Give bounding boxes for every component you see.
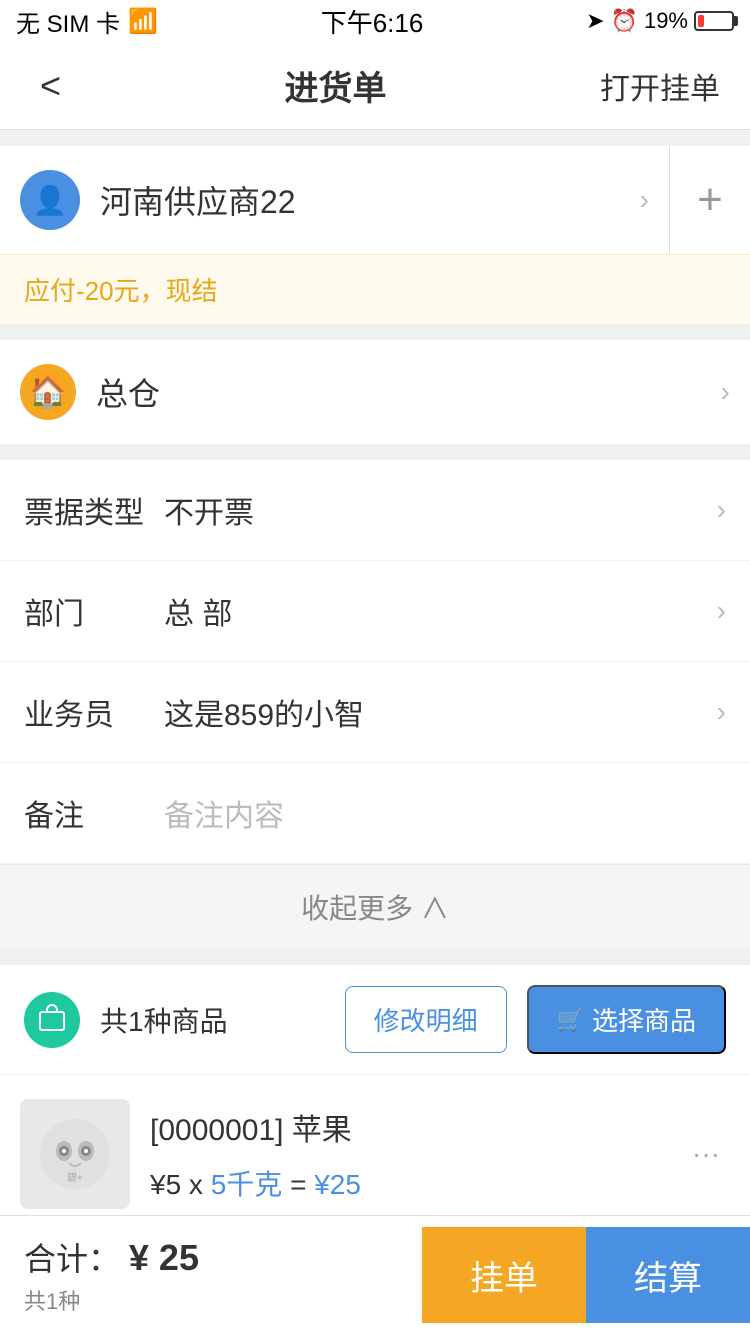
supplier-section: 👤 河南供应商22 › + (0, 146, 750, 254)
footer-total-amount: ¥ 25 (129, 1237, 199, 1278)
department-value: 总 部 (164, 589, 717, 633)
add-supplier-button[interactable]: + (670, 146, 750, 254)
footer-total-area: 合计： ¥ 25 共1种 (0, 1216, 422, 1334)
product-info: [0000001] 苹果 ¥5 x 5千克 = ¥25 (150, 1105, 662, 1203)
product-code: [0000001] (150, 1114, 292, 1147)
product-list: 碧+ [0000001] 苹果 ¥5 x 5千克 = ¥25 ··· (0, 1074, 750, 1233)
back-button[interactable]: < (30, 55, 71, 117)
form-row-department[interactable]: 部门 总 部 › (0, 561, 750, 662)
footer-total-row: 合计： ¥ 25 (24, 1234, 398, 1280)
section-gap-4 (0, 949, 750, 965)
form-row-remark[interactable]: 备注 备注内容 (0, 763, 750, 864)
alarm-icon: ⏰ (611, 8, 638, 34)
warehouse-icon: 🏠 (20, 364, 76, 420)
battery-percent: 19% (644, 8, 688, 34)
status-indicators: ➤ ⏰ 19% (586, 8, 734, 34)
status-bar: 无 SIM 卡 📶 下午6:16 ➤ ⏰ 19% (0, 0, 750, 42)
product-more-button[interactable]: ··· (682, 1128, 730, 1180)
product-item: 碧+ [0000001] 苹果 ¥5 x 5千克 = ¥25 ··· (0, 1074, 750, 1233)
section-gap-2 (0, 324, 750, 340)
supplier-avatar: 👤 (20, 170, 80, 230)
avatar-icon: 👤 (33, 184, 68, 217)
location-icon: ➤ (586, 8, 604, 34)
salesperson-label: 业务员 (24, 690, 164, 734)
footer-total-label: 合计： (24, 1241, 120, 1277)
warning-text: 应付-20元，现结 (24, 276, 218, 306)
department-label: 部门 (24, 589, 164, 633)
section-gap-1 (0, 130, 750, 146)
remark-label: 备注 (24, 791, 164, 835)
ticket-type-chevron: › (717, 494, 726, 526)
warehouse-chevron-icon: › (721, 376, 730, 408)
ticket-type-value: 不开票 (164, 488, 717, 532)
status-carrier: 无 SIM 卡 📶 (16, 4, 158, 39)
salesperson-chevron: › (717, 696, 726, 728)
form-row-ticket-type[interactable]: 票据类型 不开票 › (0, 460, 750, 561)
department-chevron: › (717, 595, 726, 627)
select-product-icon: 🛒 (557, 1007, 584, 1033)
checkout-button[interactable]: 结算 (586, 1227, 750, 1323)
open-suspend-button[interactable]: 打开挂单 (600, 64, 720, 108)
product-equals: = (290, 1169, 314, 1200)
footer: 合计： ¥ 25 共1种 挂单 结算 (0, 1215, 750, 1334)
supplier-chevron-icon: › (640, 184, 649, 216)
svg-text:碧+: 碧+ (67, 1172, 83, 1184)
products-count: 共1种商品 (100, 1000, 325, 1040)
product-quantity: 5千克 (211, 1169, 283, 1200)
nav-bar: < 进货单 打开挂单 (0, 42, 750, 130)
battery-icon (694, 11, 734, 31)
section-gap-3 (0, 444, 750, 460)
status-time: 下午6:16 (321, 3, 424, 40)
footer-count: 共1种 (24, 1284, 398, 1316)
ticket-type-label: 票据类型 (24, 488, 164, 532)
edit-detail-button[interactable]: 修改明细 (345, 986, 507, 1053)
wifi-icon: 📶 (128, 7, 158, 36)
product-name: [0000001] 苹果 (150, 1105, 662, 1149)
suspend-button[interactable]: 挂单 (422, 1227, 586, 1323)
collapse-button[interactable]: 收起更多 ∧ (0, 864, 750, 949)
product-title: 苹果 (292, 1114, 352, 1147)
products-header: 共1种商品 修改明细 🛒 选择商品 (0, 965, 750, 1074)
select-product-label: 选择商品 (592, 1001, 696, 1038)
page-title: 进货单 (285, 61, 387, 110)
product-total-price: ¥25 (314, 1169, 361, 1200)
product-unit-price: ¥5 x (150, 1169, 211, 1200)
products-icon (24, 992, 80, 1048)
remark-placeholder: 备注内容 (164, 791, 726, 835)
product-thumbnail: 碧+ (20, 1099, 130, 1209)
form-row-salesperson[interactable]: 业务员 这是859的小智 › (0, 662, 750, 763)
warehouse-name: 总仓 (96, 369, 701, 415)
form-rows: 票据类型 不开票 › 部门 总 部 › 业务员 这是859的小智 › 备注 备注… (0, 460, 750, 864)
supplier-selector[interactable]: 👤 河南供应商22 › (0, 146, 670, 254)
main-content: 👤 河南供应商22 › + 应付-20元，现结 🏠 总仓 › 票据类型 不开票 … (0, 130, 750, 1333)
salesperson-value: 这是859的小智 (164, 690, 717, 734)
product-price-row: ¥5 x 5千克 = ¥25 (150, 1163, 662, 1203)
warning-strip: 应付-20元，现结 (0, 254, 750, 324)
warehouse-section[interactable]: 🏠 总仓 › (0, 340, 750, 444)
supplier-name: 河南供应商22 (100, 177, 620, 223)
select-product-button[interactable]: 🛒 选择商品 (527, 985, 726, 1054)
